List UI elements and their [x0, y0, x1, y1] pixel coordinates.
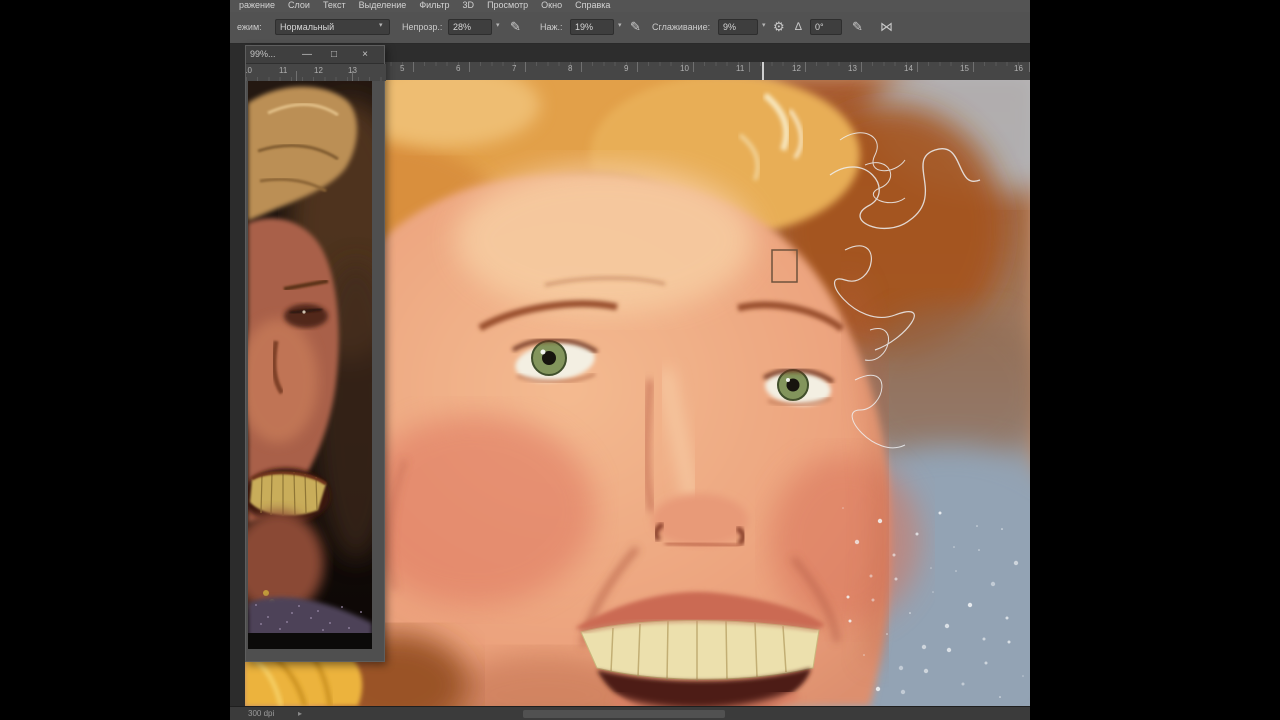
menu-bar: ражение Слои Текст Выделение Фильтр 3D Просмот… — [230, 0, 1030, 12]
horizontal-scrollbar-thumb[interactable] — [523, 710, 725, 718]
menu-item[interactable]: Текст — [323, 0, 346, 10]
flow-label: Наж.: — [540, 22, 563, 32]
right-eye — [762, 368, 835, 407]
ruler-number: 9 — [624, 64, 629, 73]
gear-icon[interactable]: ⚙ — [773, 18, 785, 36]
opacity-dropdown-icon[interactable]: ▾ — [496, 21, 500, 29]
brush-options-bar: ежим: Нормальный ▾ Непрозр.: 28% ▾ ✎ Наж… — [230, 12, 1030, 44]
mode-label: ежим: — [237, 22, 262, 32]
reference-window-ruler: 10 11 12 13 — [246, 64, 386, 81]
status-bar: 300 dpi ▸ — [230, 706, 1030, 720]
ruler-number: 8 — [568, 64, 573, 73]
symmetry-icon[interactable]: ⋈ — [880, 18, 893, 36]
ruler-number: 15 — [960, 64, 969, 73]
reference-window-frame — [372, 81, 384, 649]
menu-item[interactable]: Просмотр — [487, 0, 528, 10]
airbrush-icon[interactable]: ✎ — [630, 18, 641, 36]
menu-item[interactable]: Окно — [541, 0, 562, 10]
photoshop-window: ражение Слои Текст Выделение Фильтр 3D Просмот… — [230, 0, 1030, 720]
flow-input[interactable]: 19% — [570, 19, 614, 35]
status-info-text: 300 dpi — [248, 709, 275, 718]
ruler-number: 12 — [314, 66, 323, 75]
reference-window-titlebar[interactable]: 99%... — □ × — [246, 46, 384, 64]
blend-mode-select[interactable]: Нормальный — [275, 19, 390, 35]
flow-dropdown-icon[interactable]: ▾ — [618, 21, 622, 29]
status-expander-icon[interactable]: ▸ — [298, 709, 302, 718]
ruler-number: 12 — [792, 64, 801, 73]
reference-photo[interactable] — [248, 81, 372, 649]
letterboxed-stage: ражение Слои Текст Выделение Фильтр 3D Просмот… — [0, 0, 1280, 720]
ruler-number: 7 — [512, 64, 517, 73]
smoothing-dropdown-icon[interactable]: ▾ — [762, 21, 766, 29]
menu-item[interactable]: 3D — [463, 0, 475, 10]
smoothing-input[interactable]: 9% — [718, 19, 758, 35]
ruler-number: 5 — [400, 64, 405, 73]
opacity-label: Непрозр.: — [402, 22, 443, 32]
brush-angle-icon: ∆ — [795, 21, 802, 33]
maximize-icon[interactable]: □ — [325, 47, 343, 62]
reference-window-title: 99%... — [250, 49, 276, 59]
photo-bottom-edge — [248, 633, 372, 649]
ruler-number: 13 — [348, 66, 357, 75]
ruler-number: 10 — [246, 66, 252, 75]
ruler-number: 11 — [279, 66, 288, 75]
menu-item[interactable]: Справка — [575, 0, 610, 10]
ruler-number: 6 — [456, 64, 461, 73]
reference-photo-image — [248, 81, 372, 649]
chevron-down-icon[interactable]: ▾ — [379, 21, 383, 29]
ruler-number: 13 — [848, 64, 857, 73]
ruler-number: 14 — [904, 64, 913, 73]
ruler-number: 16 — [1014, 64, 1023, 73]
ruler-number: 11 — [736, 64, 745, 73]
left-gutter — [230, 44, 245, 706]
brush-angle-input[interactable]: 0° — [810, 19, 842, 35]
menu-item[interactable]: Фильтр — [419, 0, 449, 10]
close-icon[interactable]: × — [356, 47, 374, 62]
reference-image-window[interactable]: 99%... — □ × 10 11 12 13 — [245, 45, 386, 662]
menu-item[interactable]: Выделение — [359, 0, 407, 10]
pressure-opacity-icon[interactable]: ✎ — [510, 18, 521, 36]
menu-item[interactable]: Слои — [288, 0, 310, 10]
menu-item[interactable]: ражение — [239, 0, 275, 10]
pressure-size-icon[interactable]: ✎ — [852, 18, 863, 36]
minimize-icon[interactable]: — — [298, 47, 316, 62]
opacity-input[interactable]: 28% — [448, 19, 492, 35]
left-eye — [511, 337, 599, 384]
ruler-cursor-marker — [762, 62, 764, 80]
smoothing-label: Сглаживание: — [652, 22, 711, 32]
ruler-number: 10 — [680, 64, 689, 73]
